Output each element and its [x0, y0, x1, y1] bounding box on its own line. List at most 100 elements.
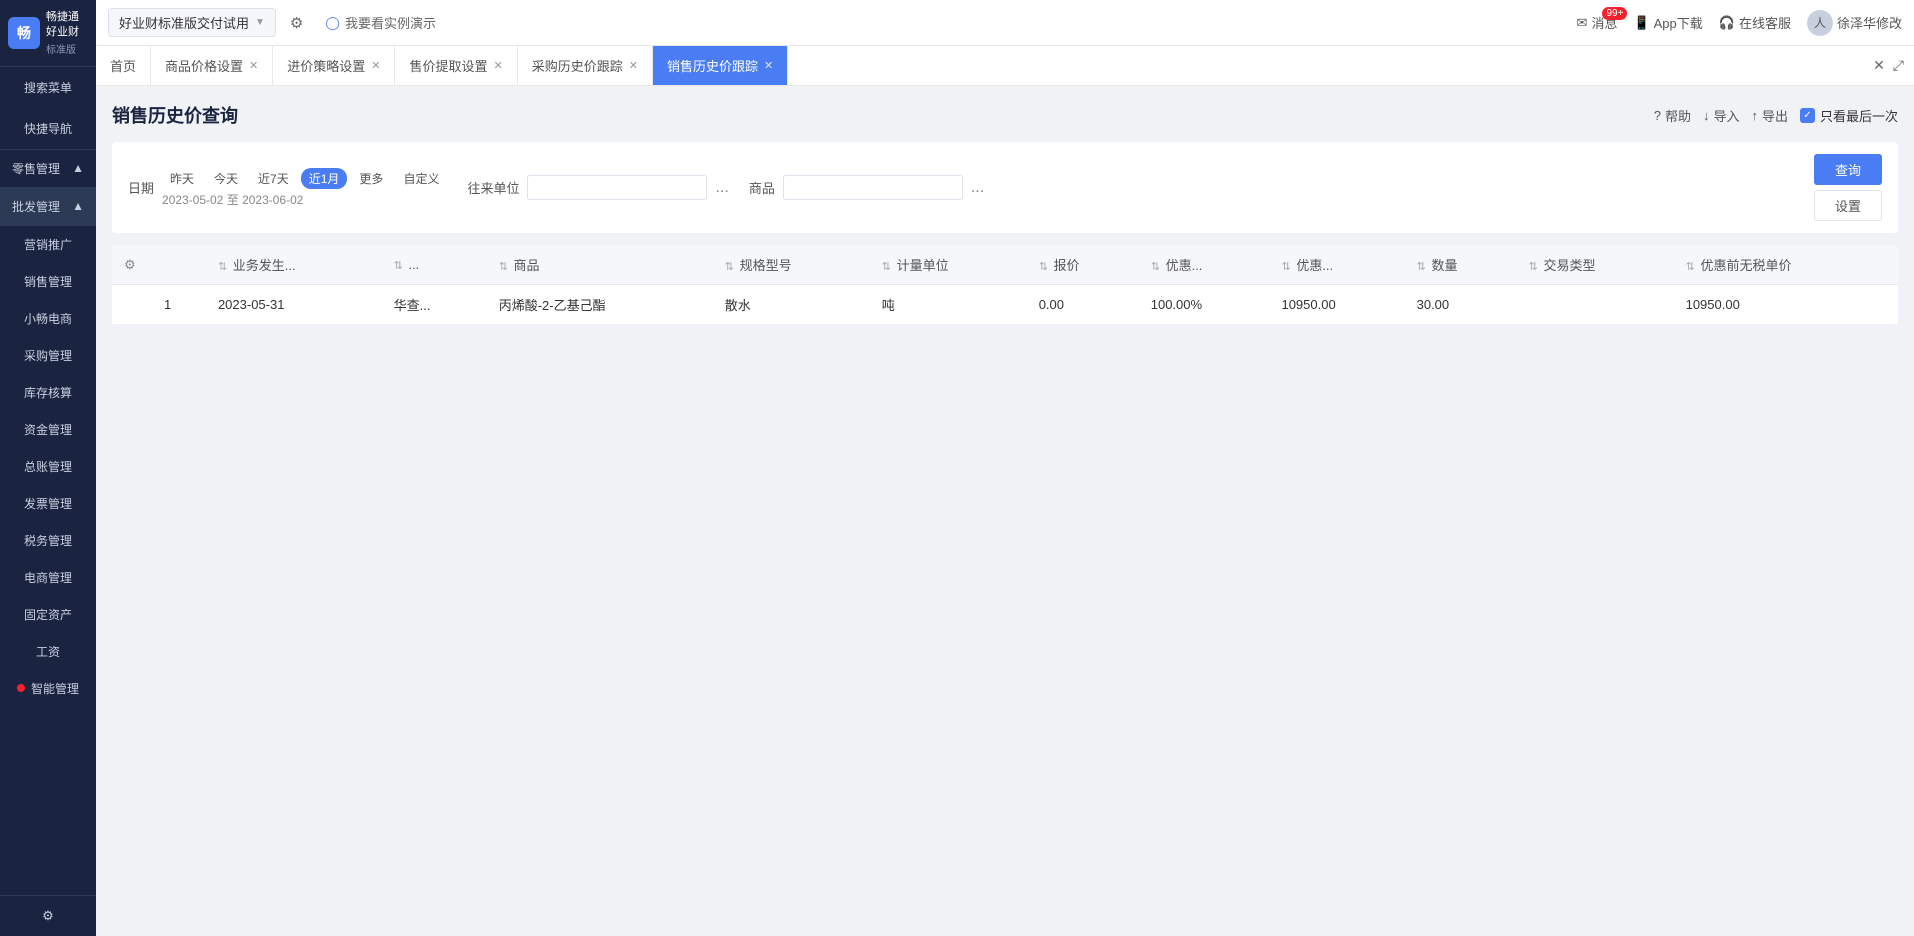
sort-icon: ⇅: [725, 261, 734, 273]
sidebar-item-quick-nav[interactable]: 快捷导航: [0, 108, 96, 150]
tab-price[interactable]: 商品价格设置 ✕: [151, 46, 273, 86]
sidebar-item-retail[interactable]: 零售管理 ▲: [0, 150, 96, 188]
sort-icon: ⇅: [1417, 261, 1426, 273]
close-icon[interactable]: ✕: [371, 59, 380, 72]
export-button[interactable]: ↑ 导出: [1751, 106, 1788, 125]
cell-unit: 吨: [870, 285, 1027, 325]
demo-label: 我要看实例演示: [345, 13, 436, 32]
gear-icon[interactable]: ⚙: [124, 257, 136, 272]
only-last-checkbox[interactable]: ✓ 只看最后一次: [1800, 106, 1898, 125]
tab-home-label: 首页: [110, 56, 136, 75]
sort-icon: ⇅: [882, 261, 891, 273]
tab-bar: 首页 商品价格设置 ✕ 进价策略设置 ✕ 售价提取设置 ✕ 采购历史价跟踪 ✕ …: [96, 46, 1914, 86]
tab-sale-price[interactable]: 售价提取设置 ✕: [395, 46, 517, 86]
date-filter: 日期 昨天 今天 近7天 近1月 更多 自定义 2023-05-02 至 202…: [128, 168, 447, 208]
th-quantity: ⇅ 数量: [1405, 245, 1517, 285]
close-icon[interactable]: ✕: [764, 59, 773, 72]
sidebar-item-ecommerce[interactable]: 电商管理: [0, 559, 96, 596]
date-opt-last7[interactable]: 近7天: [250, 168, 297, 189]
sidebar-item-wholesale[interactable]: 批发管理 ▲: [0, 188, 96, 226]
source-label: 往来单位: [467, 178, 519, 197]
tab-purchase-history-label: 采购历史价跟踪: [532, 56, 623, 75]
sidebar-item-invoice[interactable]: 发票管理: [0, 485, 96, 522]
top-bar: 好业财标准版交付试用 ▼ ⚙ ◯ 我要看实例演示 ✉ 消息 99+ 📱 App下…: [96, 0, 1914, 46]
date-opt-custom[interactable]: 自定义: [395, 168, 447, 189]
date-opt-yesterday[interactable]: 昨天: [162, 168, 202, 189]
gear-icon[interactable]: ⚙: [290, 14, 303, 32]
online-service-button[interactable]: 🎧 在线客服: [1719, 13, 1791, 32]
close-icon[interactable]: ✕: [629, 59, 638, 72]
invoice-label: 发票管理: [24, 495, 72, 512]
chevron-down-icon: ▼: [255, 17, 265, 28]
sidebar-settings-bottom[interactable]: ⚙: [0, 895, 96, 936]
tax-label: 税务管理: [24, 532, 72, 549]
export-label: 导出: [1762, 106, 1788, 125]
sidebar-item-assets[interactable]: 固定资产: [0, 596, 96, 633]
help-label: 帮助: [1665, 106, 1691, 125]
date-opt-more[interactable]: 更多: [351, 168, 391, 189]
sort-icon: ⇅: [1039, 261, 1048, 273]
import-button[interactable]: ↓ 导入: [1703, 106, 1740, 125]
sidebar-item-finance[interactable]: 资金管理: [0, 411, 96, 448]
product-filter: 商品 ...: [749, 175, 984, 200]
th-biz-date: ⇅ 业务发生...: [206, 245, 382, 285]
cell-discount1: 100.00%: [1139, 285, 1270, 325]
th-product: ⇅ 商品: [487, 245, 713, 285]
inventory-label: 库存核算: [24, 384, 72, 401]
sidebar-item-inventory[interactable]: 库存核算: [0, 374, 96, 411]
user-menu[interactable]: 人 徐泽华修改: [1807, 10, 1902, 36]
cell-settings: [112, 285, 152, 325]
sidebar-item-purchase[interactable]: 采购管理: [0, 337, 96, 374]
message-badge: 99+: [1602, 7, 1627, 20]
sidebar-logo: 畅 畅捷通好业财 标准版: [0, 0, 96, 67]
product-input[interactable]: [783, 175, 963, 200]
close-window-button[interactable]: ✕: [1873, 57, 1885, 74]
query-button[interactable]: 查询: [1814, 154, 1882, 185]
close-icon[interactable]: ✕: [249, 59, 258, 72]
sidebar-item-sales[interactable]: 销售管理: [0, 263, 96, 300]
app-download-button[interactable]: 📱 App下载: [1633, 13, 1702, 32]
settings-button[interactable]: 设置: [1814, 190, 1882, 221]
tab-home[interactable]: 首页: [96, 46, 151, 86]
th-price: ⇅ 报价: [1027, 245, 1139, 285]
date-range-display: 2023-05-02 至 2023-06-02: [162, 191, 447, 208]
date-opt-today[interactable]: 今天: [206, 168, 246, 189]
sidebar-item-marketing[interactable]: 营销推广: [0, 226, 96, 263]
sidebar-item-salary[interactable]: 工资: [0, 633, 96, 670]
tab-purchase-history[interactable]: 采购历史价跟踪 ✕: [518, 46, 653, 86]
sidebar: 畅 畅捷通好业财 标准版 搜索菜单 快捷导航 零售管理 ▲ 批发管理 ▲ 营销推…: [0, 0, 96, 936]
sidebar-item-ecommerce-light[interactable]: 小畅电商: [0, 300, 96, 337]
demo-button[interactable]: ◯ 我要看实例演示: [325, 13, 436, 32]
source-dots-button[interactable]: ...: [715, 179, 728, 197]
help-icon: ?: [1654, 108, 1661, 123]
sort-icon: ⇅: [1151, 261, 1160, 273]
demo-icon: ◯: [325, 15, 340, 31]
main-area: 好业财标准版交付试用 ▼ ⚙ ◯ 我要看实例演示 ✉ 消息 99+ 📱 App下…: [96, 0, 1914, 936]
sidebar-item-ai[interactable]: 智能管理: [0, 670, 96, 707]
cell-product: 丙烯酸-2-乙基己酯: [487, 285, 713, 325]
source-input[interactable]: [527, 175, 707, 200]
product-dots-button[interactable]: ...: [971, 179, 984, 197]
cell-price: 0.00: [1027, 285, 1139, 325]
filter-buttons: 查询 设置: [1814, 154, 1882, 221]
assets-label: 固定资产: [24, 606, 72, 623]
date-opt-last1m[interactable]: 近1月: [301, 168, 348, 189]
th-discount2: ⇅ 优惠...: [1269, 245, 1404, 285]
tab-sale-history[interactable]: 销售历史价跟踪 ✕: [653, 46, 788, 86]
avatar: 人: [1807, 10, 1833, 36]
sidebar-item-search-menu[interactable]: 搜索菜单: [0, 67, 96, 108]
sidebar-item-tax[interactable]: 税务管理: [0, 522, 96, 559]
cell-discount2: 10950.00: [1269, 285, 1404, 325]
expand-window-button[interactable]: ⤢: [1893, 57, 1904, 74]
sort-icon: ⇅: [1686, 261, 1695, 273]
close-icon[interactable]: ✕: [494, 59, 503, 72]
table-wrap: ⚙ ⇅ 业务发生... ⇅ ... ⇅ 商品: [112, 245, 1898, 325]
sidebar-item-ledger[interactable]: 总账管理: [0, 448, 96, 485]
th-settings: ⚙: [112, 245, 152, 285]
help-button[interactable]: ? 帮助: [1654, 106, 1691, 125]
th-extra: ⇅ ...: [382, 245, 487, 285]
cell-quantity: 30.00: [1405, 285, 1517, 325]
version-selector[interactable]: 好业财标准版交付试用 ▼: [108, 8, 276, 37]
message-button[interactable]: ✉ 消息 99+: [1577, 13, 1618, 32]
tab-purchase-strategy[interactable]: 进价策略设置 ✕: [273, 46, 395, 86]
